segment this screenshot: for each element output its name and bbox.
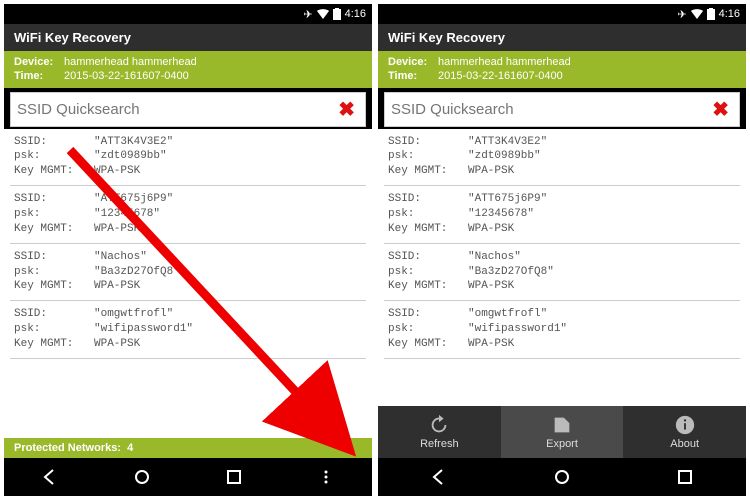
phone-left: ✈ 4:16 WiFi Key Recovery Device: hammerhe… bbox=[4, 4, 372, 496]
device-value: hammerhead hammerhead bbox=[438, 55, 571, 69]
list-item[interactable]: SSID:"Nachos" psk:"Ba3zD27OfQ8" Key MGMT… bbox=[10, 244, 366, 302]
search-input[interactable] bbox=[17, 101, 334, 118]
footer-status: Protected Networks: 4 bbox=[4, 438, 372, 458]
time-label: Time: bbox=[14, 69, 58, 83]
battery-icon bbox=[707, 8, 715, 20]
home-button[interactable] bbox=[546, 461, 578, 493]
phone-right: ✈ 4:16 WiFi Key Recovery Device: hammerhe… bbox=[378, 4, 746, 496]
back-button[interactable] bbox=[34, 461, 66, 493]
network-list: SSID:"ATT3K4V3E2" psk:"zdt0989bb" Key MG… bbox=[378, 129, 746, 406]
recent-button[interactable] bbox=[669, 461, 701, 493]
about-button[interactable]: About bbox=[623, 406, 746, 458]
refresh-icon bbox=[428, 414, 450, 436]
status-bar: ✈ 4:16 bbox=[378, 4, 746, 24]
back-button[interactable] bbox=[423, 461, 455, 493]
search-input[interactable] bbox=[391, 101, 708, 118]
time-value: 2015-03-22-161607-0400 bbox=[438, 69, 563, 83]
clear-icon[interactable]: ✖ bbox=[334, 97, 359, 122]
export-icon bbox=[551, 414, 573, 436]
list-item[interactable]: SSID:"ATT3K4V3E2" psk:"zdt0989bb" Key MG… bbox=[384, 129, 740, 187]
list-item[interactable]: SSID:"ATT675j6P9" psk:"12345678" Key MGM… bbox=[10, 186, 366, 244]
status-time: 4:16 bbox=[719, 8, 740, 20]
app-title: WiFi Key Recovery bbox=[4, 24, 372, 51]
app-title: WiFi Key Recovery bbox=[378, 24, 746, 51]
status-bar: ✈ 4:16 bbox=[4, 4, 372, 24]
info-icon bbox=[674, 414, 696, 436]
list-item[interactable]: SSID:"ATT675j6P9" psk:"12345678" Key MGM… bbox=[384, 186, 740, 244]
meta-bar: Device: hammerhead hammerhead Time: 2015-0… bbox=[4, 51, 372, 88]
nav-bar bbox=[378, 458, 746, 496]
refresh-button[interactable]: Refresh bbox=[378, 406, 501, 458]
time-label: Time: bbox=[388, 69, 432, 83]
list-item[interactable]: SSID:"omgwtfrofl" psk:"wifipassword1" Ke… bbox=[384, 301, 740, 359]
nav-bar bbox=[4, 458, 372, 496]
clear-icon[interactable]: ✖ bbox=[708, 97, 733, 122]
wifi-icon bbox=[691, 9, 703, 19]
export-button[interactable]: Export bbox=[501, 406, 624, 458]
device-label: Device: bbox=[14, 55, 58, 69]
list-item[interactable]: SSID:"ATT3K4V3E2" psk:"zdt0989bb" Key MG… bbox=[10, 129, 366, 187]
home-button[interactable] bbox=[126, 461, 158, 493]
recent-button[interactable] bbox=[218, 461, 250, 493]
airplane-icon: ✈ bbox=[303, 8, 312, 21]
wifi-icon bbox=[317, 9, 329, 19]
battery-icon bbox=[333, 8, 341, 20]
network-list: SSID:"ATT3K4V3E2" psk:"zdt0989bb" Key MG… bbox=[4, 129, 372, 438]
meta-bar: Device: hammerhead hammerhead Time: 2015-0… bbox=[378, 51, 746, 88]
search-row: ✖ bbox=[10, 92, 366, 127]
airplane-icon: ✈ bbox=[677, 8, 686, 21]
time-value: 2015-03-22-161607-0400 bbox=[64, 69, 189, 83]
list-item[interactable]: SSID:"Nachos" psk:"Ba3zD27OfQ8" Key MGMT… bbox=[384, 244, 740, 302]
overflow-menu: Refresh Export About bbox=[378, 406, 746, 458]
search-row: ✖ bbox=[384, 92, 740, 127]
overflow-menu-button[interactable] bbox=[310, 461, 342, 493]
device-label: Device: bbox=[388, 55, 432, 69]
device-value: hammerhead hammerhead bbox=[64, 55, 197, 69]
status-time: 4:16 bbox=[345, 8, 366, 20]
list-item[interactable]: SSID:"omgwtfrofl" psk:"wifipassword1" Ke… bbox=[10, 301, 366, 359]
